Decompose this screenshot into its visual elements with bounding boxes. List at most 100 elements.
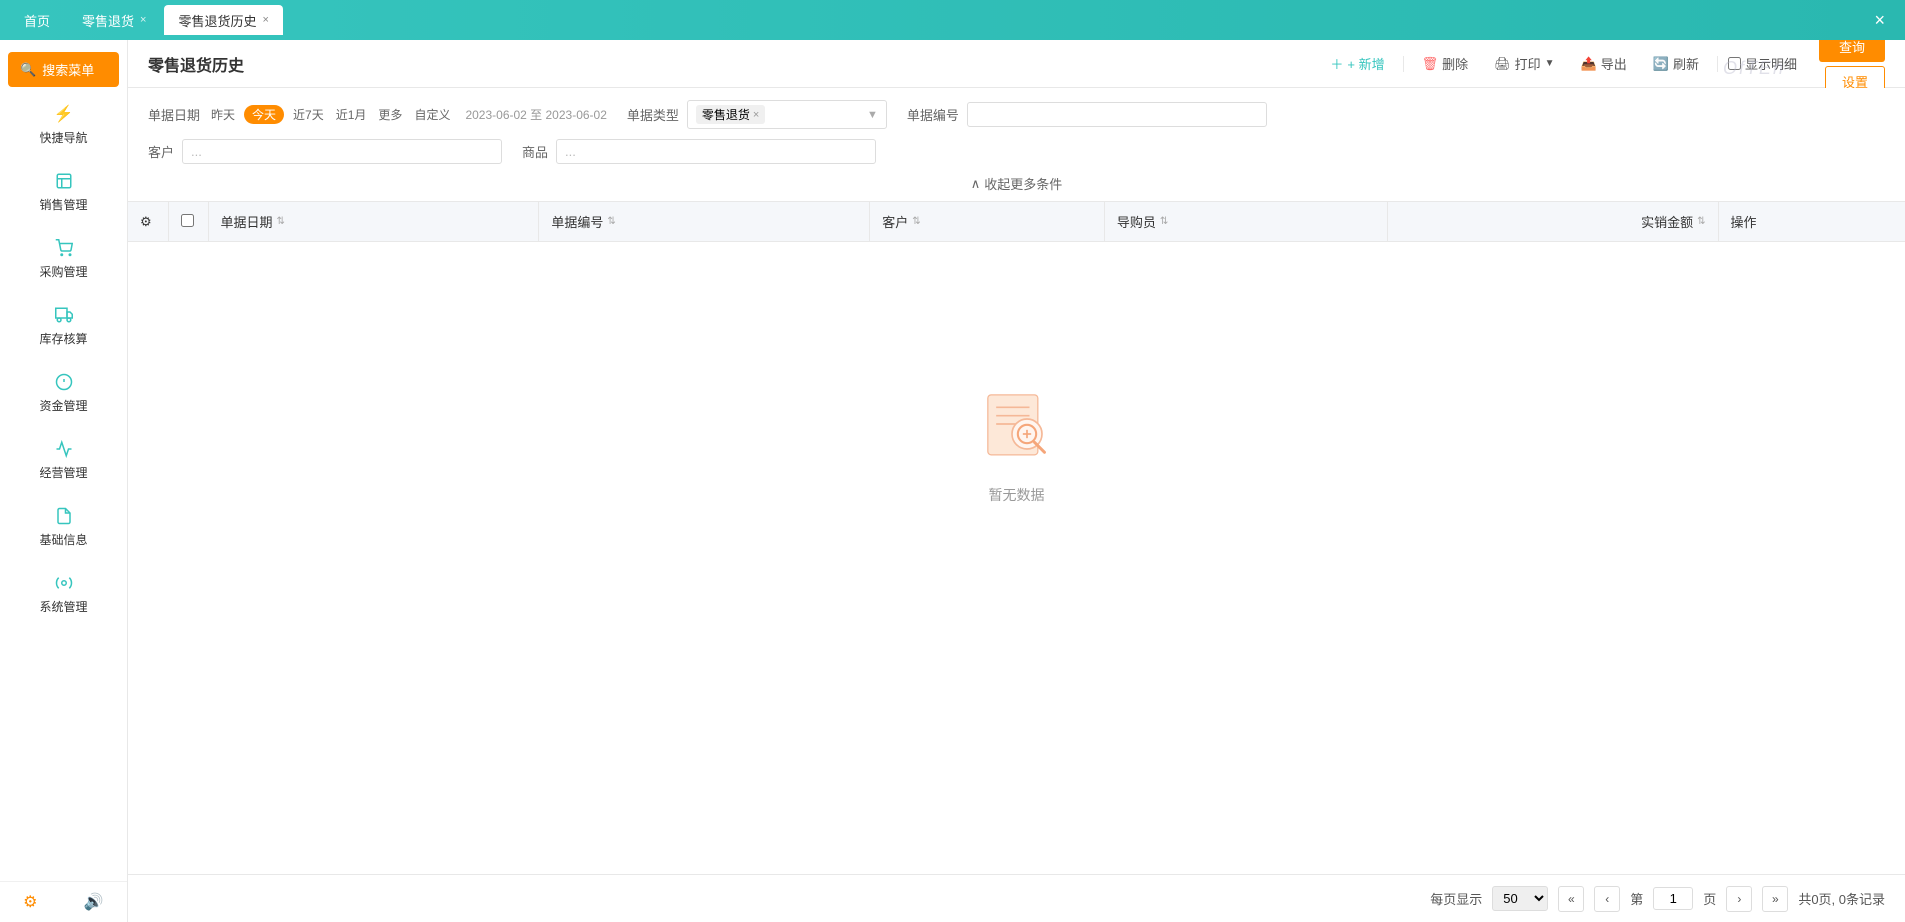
th-action-label: 操作 — [1731, 215, 1757, 230]
last-page-btn[interactable]: » — [1762, 886, 1788, 912]
type-filter-tag: 零售退货 × — [696, 105, 765, 124]
divider1 — [1403, 56, 1404, 72]
sidebar-search[interactable]: 🔍 搜索菜单 — [8, 52, 119, 87]
customer-filter-select[interactable]: ... — [182, 139, 502, 164]
th-date[interactable]: 单据日期 ⇅ — [208, 202, 539, 242]
th-amount[interactable]: 实销金额 ⇅ — [1387, 202, 1718, 242]
print-button[interactable]: 🖨 打印 ▼ — [1486, 50, 1562, 77]
tab-retail-return[interactable]: 零售退货 × — [68, 5, 160, 35]
th-guide[interactable]: 导购员 ⇅ — [1104, 202, 1387, 242]
add-icon: ＋ — [1330, 54, 1343, 73]
audio-icon[interactable]: 🔊 — [84, 892, 104, 912]
divider2 — [1717, 56, 1718, 72]
th-customer[interactable]: 客户 ⇅ — [870, 202, 1105, 242]
sidebar-item-finance-label: 资金管理 — [39, 397, 87, 414]
customer-placeholder: ... — [191, 144, 202, 159]
table-settings-icon[interactable]: ⚙ — [140, 214, 152, 229]
sidebar-item-inventory-label: 库存核算 — [39, 330, 87, 347]
tab-home[interactable]: 首页 — [10, 5, 64, 35]
shortcut-7days[interactable]: 近7天 — [290, 105, 327, 124]
th-settings[interactable]: ⚙ — [128, 202, 168, 242]
sidebar-item-operation-label: 经营管理 — [39, 464, 87, 481]
th-number[interactable]: 单据编号 ⇅ — [539, 202, 870, 242]
top-bar: 首页 零售退货 × 零售退货历史 × × — [0, 0, 1905, 40]
sidebar: 🔍 搜索菜单 ⚡ 快捷导航 销售管理 采购管理 库存核算 — [0, 40, 128, 922]
page-summary: 共0页, 0条记录 — [1798, 889, 1885, 908]
display-detail-checkbox-group: 显示明细 — [1728, 54, 1797, 73]
date-filter-label: 单据日期 — [148, 105, 200, 124]
empty-icon — [967, 379, 1067, 469]
page-size-select[interactable]: 50 100 200 — [1492, 886, 1548, 911]
number-filter-input[interactable] — [967, 102, 1267, 127]
operation-icon — [53, 438, 75, 460]
shortcut-yesterday[interactable]: 昨天 — [208, 105, 238, 124]
export-button[interactable]: 📤 导出 — [1573, 50, 1635, 77]
table-header-row: ⚙ 单据日期 ⇅ 单据编号 — [128, 202, 1905, 242]
table-area: ⚙ 单据日期 ⇅ 单据编号 — [128, 202, 1905, 874]
th-guide-label: 导购员 — [1117, 212, 1156, 231]
search-icon: 🔍 — [20, 62, 36, 78]
refresh-label: 刷新 — [1673, 54, 1699, 73]
collapse-button[interactable]: ∧ 收起更多条件 — [971, 174, 1063, 193]
sidebar-item-purchase[interactable]: 采购管理 — [0, 225, 127, 292]
prev-page-btn[interactable]: ‹ — [1594, 886, 1620, 912]
sidebar-item-finance[interactable]: 资金管理 — [0, 359, 127, 426]
content-area: 零售退货历史 ＋ + 新增 🗑 删除 🖨 打印 ▼ 📤 — [128, 40, 1905, 922]
sidebar-search-label: 搜索菜单 — [42, 60, 94, 79]
next-page-btn[interactable]: › — [1726, 886, 1752, 912]
delete-icon: 🗑 — [1422, 56, 1439, 72]
shortcut-1month[interactable]: 近1月 — [333, 105, 370, 124]
sort-date-icon: ⇅ — [277, 216, 285, 227]
sidebar-item-basic-label: 基础信息 — [39, 531, 87, 548]
tab-retail-return-history[interactable]: 零售退货历史 × — [164, 5, 282, 35]
settings-bottom-icon[interactable]: ⚙ — [23, 892, 37, 912]
sidebar-item-quick-nav-label: 快捷导航 — [39, 129, 87, 146]
add-button[interactable]: ＋ + 新增 — [1322, 50, 1392, 77]
page-label: 页 — [1703, 889, 1716, 908]
number-filter-label: 单据编号 — [907, 105, 959, 124]
type-filter-group: 单据类型 零售退货 × ▼ — [627, 100, 887, 129]
shortcut-today[interactable]: 今天 — [244, 105, 284, 124]
select-all-checkbox[interactable] — [181, 214, 194, 227]
th-amount-label: 实销金额 — [1641, 212, 1693, 231]
type-filter-label: 单据类型 — [627, 105, 679, 124]
finance-icon — [53, 371, 75, 393]
goods-filter-select[interactable]: ... — [556, 139, 876, 164]
page-number-input[interactable] — [1653, 887, 1693, 910]
refresh-button[interactable]: 🔄 刷新 — [1645, 50, 1707, 77]
sidebar-item-basic[interactable]: 基础信息 — [0, 493, 127, 560]
page-title: 零售退货历史 — [148, 52, 244, 76]
sort-amount-icon: ⇅ — [1697, 216, 1705, 227]
first-page-btn[interactable]: « — [1558, 886, 1584, 912]
quick-nav-icon: ⚡ — [53, 103, 75, 125]
print-label: 打印 — [1515, 54, 1541, 73]
tab-retail-return-history-close[interactable]: × — [262, 14, 268, 26]
collapse-label: 收起更多条件 — [984, 174, 1062, 193]
goods-filter-label: 商品 — [522, 142, 548, 161]
filter-row-2: 客户 ... 商品 ... — [148, 139, 1885, 164]
delete-button[interactable]: 🗑 删除 — [1414, 50, 1477, 77]
shortcut-more[interactable]: 更多 — [375, 105, 405, 124]
type-filter-select[interactable]: 零售退货 × ▼ — [687, 100, 887, 129]
sidebar-item-sales[interactable]: 销售管理 — [0, 158, 127, 225]
sidebar-item-inventory[interactable]: 库存核算 — [0, 292, 127, 359]
sidebar-item-quick-nav[interactable]: ⚡ 快捷导航 — [0, 91, 127, 158]
th-checkbox[interactable] — [168, 202, 208, 242]
page-header: 零售退货历史 ＋ + 新增 🗑 删除 🖨 打印 ▼ 📤 — [128, 40, 1905, 88]
tab-retail-return-history-label: 零售退货历史 — [178, 11, 256, 30]
sort-customer-icon: ⇅ — [912, 216, 920, 227]
window-close-button[interactable]: × — [1864, 10, 1895, 31]
sidebar-item-system[interactable]: 系统管理 — [0, 560, 127, 627]
tab-retail-return-close[interactable]: × — [140, 14, 146, 26]
date-range-display: 2023-06-02 至 2023-06-02 — [465, 106, 606, 123]
th-date-label: 单据日期 — [221, 212, 273, 231]
type-filter-tag-remove[interactable]: × — [753, 109, 759, 121]
sidebar-item-operation[interactable]: 经营管理 — [0, 426, 127, 493]
page-size-label: 每页显示 — [1430, 889, 1482, 908]
display-detail-checkbox[interactable] — [1728, 57, 1741, 70]
sort-number-icon: ⇅ — [607, 216, 615, 227]
shortcut-custom[interactable]: 自定义 — [411, 105, 453, 124]
query-button[interactable]: 查询 — [1819, 40, 1885, 62]
collapse-row: ∧ 收起更多条件 — [148, 174, 1885, 193]
goods-placeholder: ... — [565, 144, 576, 159]
